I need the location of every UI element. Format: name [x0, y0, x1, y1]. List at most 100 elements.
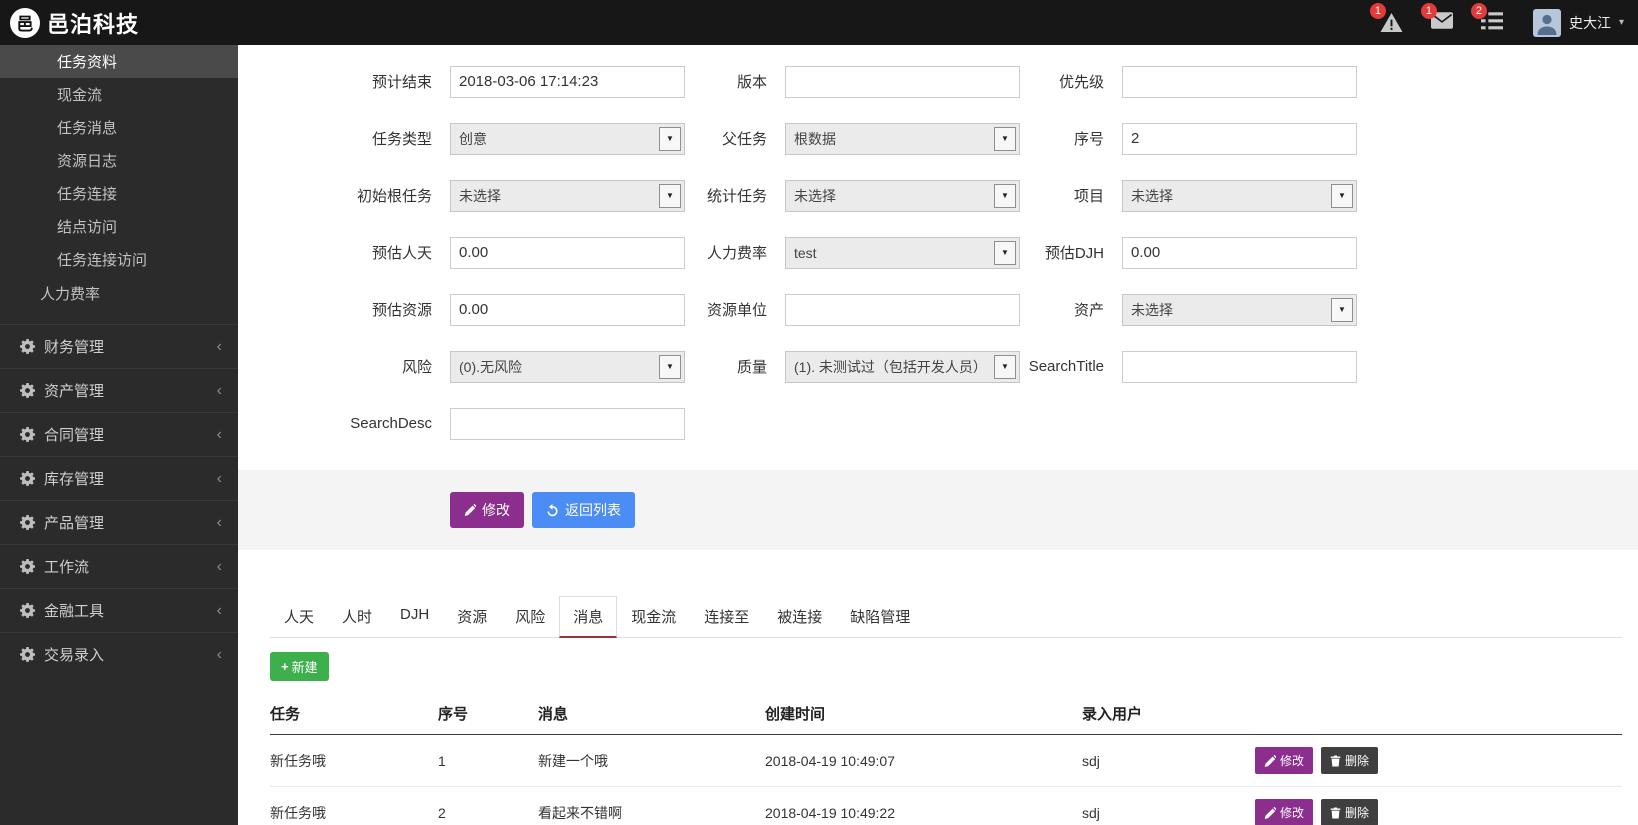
sequence-label: 序号	[1020, 128, 1122, 149]
col-header-actions	[1255, 693, 1622, 735]
priority-input[interactable]	[1122, 66, 1357, 98]
initial-root-task-label: 初始根任务	[238, 185, 450, 206]
sidebar-item-cashflow[interactable]: 现金流	[0, 78, 238, 111]
cell-message: 看起来不错啊	[538, 787, 765, 825]
form-actions: 修改 返回列表	[238, 470, 1638, 550]
selected-value: (0).无风险	[459, 357, 522, 377]
sidebar-item-contract-mgmt[interactable]: 合同管理‹	[0, 412, 238, 456]
tab-defect-mgmt[interactable]: 缺陷管理	[836, 596, 924, 638]
sidebar-item-label: 资产管理	[44, 380, 104, 401]
alert-icon	[1380, 20, 1403, 37]
chevron-left-icon: ‹	[217, 426, 222, 444]
sidebar-item-product-mgmt[interactable]: 产品管理‹	[0, 500, 238, 544]
tab-man-day[interactable]: 人天	[270, 596, 328, 638]
selected-value: test	[794, 245, 817, 261]
chevron-left-icon: ‹	[217, 646, 222, 664]
sidebar-item-resource-log[interactable]: 资源日志	[0, 144, 238, 177]
estimated-djh-input[interactable]	[1122, 237, 1357, 269]
estimated-days-label: 预估人天	[238, 242, 450, 263]
edit-button[interactable]: 修改	[450, 492, 524, 528]
plus-icon: +	[281, 659, 289, 674]
sidebar-item-task-message[interactable]: 任务消息	[0, 111, 238, 144]
detail-tabs: 人天人时DJH资源风险消息现金流连接至被连接缺陷管理	[270, 596, 1622, 638]
version-input[interactable]	[785, 66, 1020, 98]
tab-man-hour[interactable]: 人时	[328, 596, 386, 638]
selected-value: (1). 未测试过（包括开发人员）	[794, 357, 987, 377]
sidebar-item-workflow[interactable]: 工作流‹	[0, 544, 238, 588]
list-button[interactable]: 2	[1481, 12, 1503, 33]
sidebar-item-task-info[interactable]: 任务资料	[0, 45, 238, 78]
row-edit-button[interactable]: 修改	[1255, 799, 1313, 825]
sidebar-item-inventory-mgmt[interactable]: 库存管理‹	[0, 456, 238, 500]
row-delete-button[interactable]: 删除	[1321, 799, 1378, 825]
tab-linked-by[interactable]: 被连接	[763, 596, 836, 638]
resource-unit-input[interactable]	[785, 294, 1020, 326]
cell-task: 新任务哦	[270, 787, 438, 825]
dropdown-arrow-icon: ▼	[994, 241, 1016, 265]
brand[interactable]: 邑 邑泊科技	[10, 7, 139, 39]
tab-djh[interactable]: DJH	[386, 596, 443, 638]
tab-cashflow[interactable]: 现金流	[617, 596, 690, 638]
tab-risk[interactable]: 风险	[501, 596, 559, 638]
list-icon	[1481, 17, 1503, 34]
quality-select[interactable]: (1). 未测试过（包括开发人员）▼	[785, 351, 1020, 383]
sidebar-item-labor-rate[interactable]: 人力费率	[0, 276, 238, 310]
col-header-task: 任务	[270, 693, 438, 735]
sidebar-item-task-link-access[interactable]: 任务连接访问	[0, 243, 238, 276]
estimated-resource-input[interactable]	[450, 294, 685, 326]
tab-message[interactable]: 消息	[559, 596, 617, 638]
cell-user: sdj	[1082, 787, 1255, 825]
col-header-seq: 序号	[438, 693, 538, 735]
sidebar-item-finance-mgmt[interactable]: 财务管理‹	[0, 324, 238, 368]
brand-name: 邑泊科技	[47, 7, 139, 39]
edit-icon	[464, 504, 476, 516]
tab-resource[interactable]: 资源	[443, 596, 501, 638]
topbar-right: 1 1 2 史大江 ▾	[1380, 9, 1624, 37]
sidebar-item-node-access[interactable]: 结点访问	[0, 210, 238, 243]
col-header-message: 消息	[538, 693, 765, 735]
search-title-input[interactable]	[1122, 351, 1357, 383]
search-desc-label: SearchDesc	[238, 415, 450, 432]
asset-label: 资产	[1020, 299, 1122, 320]
sequence-input[interactable]	[1122, 123, 1357, 155]
stats-task-select[interactable]: 未选择▼	[785, 180, 1020, 212]
row-actions: 修改删除	[1255, 735, 1622, 787]
expected-end-input[interactable]	[450, 66, 685, 98]
undo-icon	[546, 504, 559, 517]
sidebar-item-asset-mgmt[interactable]: 资产管理 ‹	[0, 368, 238, 412]
tab-link-to[interactable]: 连接至	[690, 596, 763, 638]
back-to-list-button[interactable]: 返回列表	[532, 492, 635, 528]
dropdown-arrow-icon: ▼	[659, 127, 681, 151]
selected-value: 未选择	[1131, 300, 1173, 320]
form-row: 预计结束版本优先级	[238, 53, 1638, 110]
risk-select[interactable]: (0).无风险▼	[450, 351, 685, 383]
sidebar-item-trade-entry[interactable]: 交易录入‹	[0, 632, 238, 676]
parent-task-select[interactable]: 根数据▼	[785, 123, 1020, 155]
chevron-left-icon: ‹	[217, 382, 222, 400]
parent-task-label: 父任务	[685, 128, 785, 149]
user-menu[interactable]: 史大江 ▾	[1533, 9, 1624, 37]
sidebar-item-finance-tools[interactable]: 金融工具‹	[0, 588, 238, 632]
project-select[interactable]: 未选择▼	[1122, 180, 1357, 212]
initial-root-task-select[interactable]: 未选择▼	[450, 180, 685, 212]
edit-button-label: 修改	[482, 500, 510, 520]
table-row: 新任务哦2看起来不错啊2018-04-19 10:49:22sdj修改删除	[270, 787, 1622, 825]
sidebar-item-task-link[interactable]: 任务连接	[0, 177, 238, 210]
form-row: 预估资源资源单位资产未选择▼	[238, 281, 1638, 338]
mail-button[interactable]: 1	[1431, 12, 1453, 33]
asset-select[interactable]: 未选择▼	[1122, 294, 1357, 326]
new-button[interactable]: + 新建	[270, 652, 329, 681]
estimated-days-input[interactable]	[450, 237, 685, 269]
search-desc-input[interactable]	[450, 408, 685, 440]
task-type-select[interactable]: 创意▼	[450, 123, 685, 155]
risk-label: 风险	[238, 356, 450, 377]
row-edit-button[interactable]: 修改	[1255, 747, 1313, 774]
cell-user: sdj	[1082, 735, 1255, 787]
labor-rate-select[interactable]: test ▼	[785, 237, 1020, 269]
table-header-row: 任务序号消息创建时间录入用户	[270, 693, 1622, 735]
cell-task: 新任务哦	[270, 735, 438, 787]
notification-badge: 1	[1370, 3, 1386, 19]
alert-button[interactable]: 1	[1380, 12, 1403, 33]
row-delete-button[interactable]: 删除	[1321, 747, 1378, 774]
search-title-label: SearchTitle	[1020, 358, 1122, 375]
